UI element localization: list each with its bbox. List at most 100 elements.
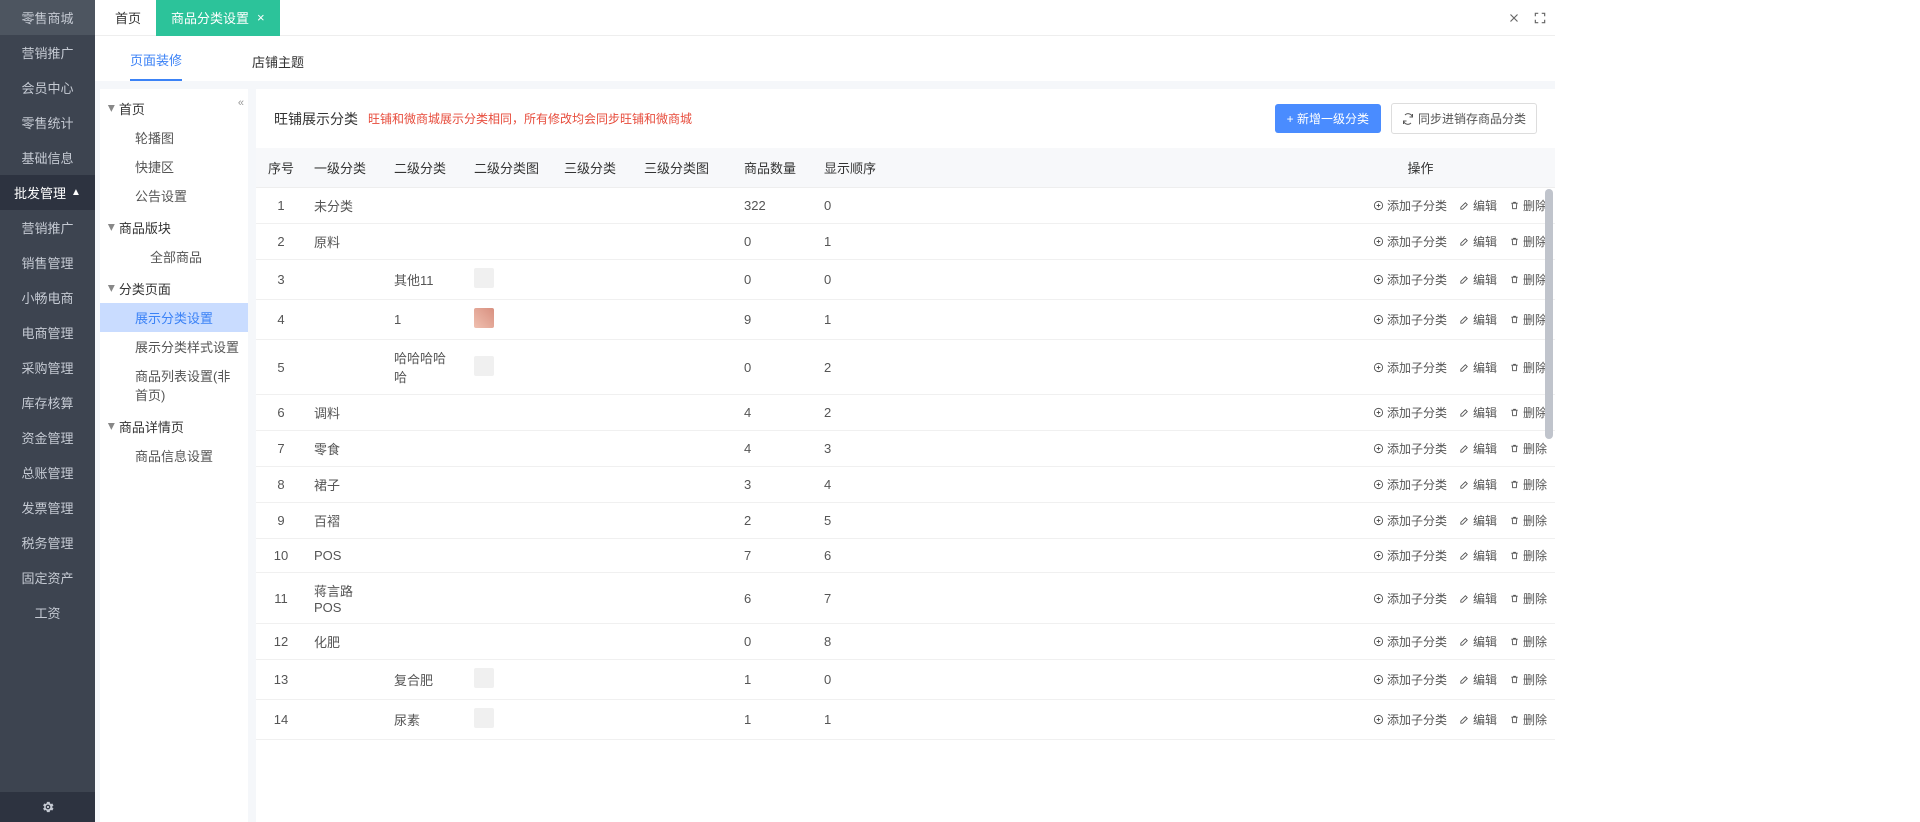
sidebar-item[interactable]: 营销推广 (0, 210, 95, 245)
delete-link[interactable]: 删除 (1509, 547, 1547, 564)
sidebar-item[interactable]: 税务管理 (0, 525, 95, 560)
add-category-button[interactable]: + 新增一级分类 (1275, 104, 1381, 133)
edit-link[interactable]: 编辑 (1459, 512, 1497, 529)
sidebar-item[interactable]: 采购管理 (0, 350, 95, 385)
delete-link[interactable]: 删除 (1509, 233, 1547, 250)
table-row: 7零食43添加子分类编辑删除 (256, 431, 1555, 467)
table-row: 10POS76添加子分类编辑删除 (256, 539, 1555, 573)
sidebar-item[interactable]: 小畅电商 (0, 280, 95, 315)
sidebar-item[interactable]: 总账管理 (0, 455, 95, 490)
sub-tab[interactable]: 页面装修 (130, 50, 182, 81)
edit-link[interactable]: 编辑 (1459, 233, 1497, 250)
sub-tab[interactable]: 店铺主题 (252, 52, 304, 81)
delete-link[interactable]: 删除 (1509, 512, 1547, 529)
edit-link[interactable]: 编辑 (1459, 359, 1497, 376)
scrollbar[interactable] (1545, 189, 1553, 812)
edit-icon (1459, 636, 1470, 647)
delete-link[interactable]: 删除 (1509, 590, 1547, 607)
plus-circle-icon (1373, 314, 1384, 325)
edit-link[interactable]: 编辑 (1459, 311, 1497, 328)
sync-button[interactable]: 同步进销存商品分类 (1391, 103, 1537, 134)
edit-link[interactable]: 编辑 (1459, 590, 1497, 607)
table-row: 3其他1100添加子分类编辑删除 (256, 260, 1555, 300)
table-header: 显示顺序 (816, 148, 1286, 188)
edit-link[interactable]: 编辑 (1459, 671, 1497, 688)
sidebar-item[interactable]: 营销推广 (0, 35, 95, 70)
edit-icon (1459, 714, 1470, 725)
add-subcategory-link[interactable]: 添加子分类 (1373, 440, 1447, 457)
tree-item[interactable]: 展示分类设置 (100, 303, 248, 332)
caret-icon: ▶ (106, 423, 117, 430)
tree-item[interactable]: 商品信息设置 (100, 441, 248, 470)
plus-circle-icon (1373, 236, 1384, 247)
edit-link[interactable]: 编辑 (1459, 547, 1497, 564)
tree-group[interactable]: ▶首页 (100, 94, 248, 123)
collapse-panel-icon[interactable]: « (238, 97, 244, 109)
sidebar-item[interactable]: 销售管理 (0, 245, 95, 280)
add-subcategory-link[interactable]: 添加子分类 (1373, 512, 1447, 529)
image-placeholder (474, 708, 494, 728)
edit-link[interactable]: 编辑 (1459, 404, 1497, 421)
add-subcategory-link[interactable]: 添加子分类 (1373, 671, 1447, 688)
close-tab-icon[interactable] (1507, 11, 1521, 25)
sidebar-item[interactable]: 工资 (0, 595, 95, 630)
edit-link[interactable]: 编辑 (1459, 440, 1497, 457)
sidebar-item[interactable]: 会员中心 (0, 70, 95, 105)
edit-icon (1459, 443, 1470, 454)
sidebar-settings[interactable] (0, 792, 95, 822)
sidebar-item[interactable]: 发票管理 (0, 490, 95, 525)
delete-link[interactable]: 删除 (1509, 311, 1547, 328)
plus-circle-icon (1373, 274, 1384, 285)
delete-link[interactable]: 删除 (1509, 404, 1547, 421)
trash-icon (1509, 274, 1520, 285)
delete-link[interactable]: 删除 (1509, 476, 1547, 493)
sidebar-item[interactable]: 零售统计 (0, 105, 95, 140)
trash-icon (1509, 714, 1520, 725)
tree-item[interactable]: 商品列表设置(非首页) (100, 361, 248, 409)
add-subcategory-link[interactable]: 添加子分类 (1373, 233, 1447, 250)
edit-link[interactable]: 编辑 (1459, 271, 1497, 288)
sidebar-item[interactable]: 库存核算 (0, 385, 95, 420)
table-row: 13复合肥10添加子分类编辑删除 (256, 660, 1555, 700)
add-subcategory-link[interactable]: 添加子分类 (1373, 271, 1447, 288)
close-icon[interactable]: × (257, 10, 265, 25)
tree-group[interactable]: ▶分类页面 (100, 274, 248, 303)
tab[interactable]: 首页 (100, 0, 156, 36)
add-subcategory-link[interactable]: 添加子分类 (1373, 590, 1447, 607)
add-subcategory-link[interactable]: 添加子分类 (1373, 547, 1447, 564)
sidebar-item[interactable]: 基础信息 (0, 140, 95, 175)
add-subcategory-link[interactable]: 添加子分类 (1373, 711, 1447, 728)
sidebar-item[interactable]: 零售商城 (0, 0, 95, 35)
edit-link[interactable]: 编辑 (1459, 476, 1497, 493)
sidebar-item[interactable]: 批发管理▲ (0, 175, 95, 210)
tree-item[interactable]: 快捷区 (100, 152, 248, 181)
tree-group[interactable]: ▶商品版块 (100, 213, 248, 242)
sidebar-item[interactable]: 资金管理 (0, 420, 95, 455)
fullscreen-icon[interactable] (1533, 11, 1547, 25)
add-subcategory-link[interactable]: 添加子分类 (1373, 476, 1447, 493)
tree-item[interactable]: 展示分类样式设置 (100, 332, 248, 361)
delete-link[interactable]: 删除 (1509, 671, 1547, 688)
add-subcategory-link[interactable]: 添加子分类 (1373, 311, 1447, 328)
delete-link[interactable]: 删除 (1509, 359, 1547, 376)
tree-item[interactable]: 公告设置 (100, 181, 248, 210)
tab[interactable]: 商品分类设置× (156, 0, 280, 36)
delete-link[interactable]: 删除 (1509, 440, 1547, 457)
delete-link[interactable]: 删除 (1509, 271, 1547, 288)
tree-item[interactable]: 全部商品 (100, 242, 248, 271)
delete-link[interactable]: 删除 (1509, 711, 1547, 728)
delete-link[interactable]: 删除 (1509, 633, 1547, 650)
add-subcategory-link[interactable]: 添加子分类 (1373, 633, 1447, 650)
add-subcategory-link[interactable]: 添加子分类 (1373, 359, 1447, 376)
tree-group[interactable]: ▶商品详情页 (100, 412, 248, 441)
edit-link[interactable]: 编辑 (1459, 197, 1497, 214)
delete-link[interactable]: 删除 (1509, 197, 1547, 214)
add-subcategory-link[interactable]: 添加子分类 (1373, 197, 1447, 214)
edit-link[interactable]: 编辑 (1459, 633, 1497, 650)
sidebar-item[interactable]: 电商管理 (0, 315, 95, 350)
edit-icon (1459, 314, 1470, 325)
edit-link[interactable]: 编辑 (1459, 711, 1497, 728)
tree-item[interactable]: 轮播图 (100, 123, 248, 152)
add-subcategory-link[interactable]: 添加子分类 (1373, 404, 1447, 421)
sidebar-item[interactable]: 固定资产 (0, 560, 95, 595)
